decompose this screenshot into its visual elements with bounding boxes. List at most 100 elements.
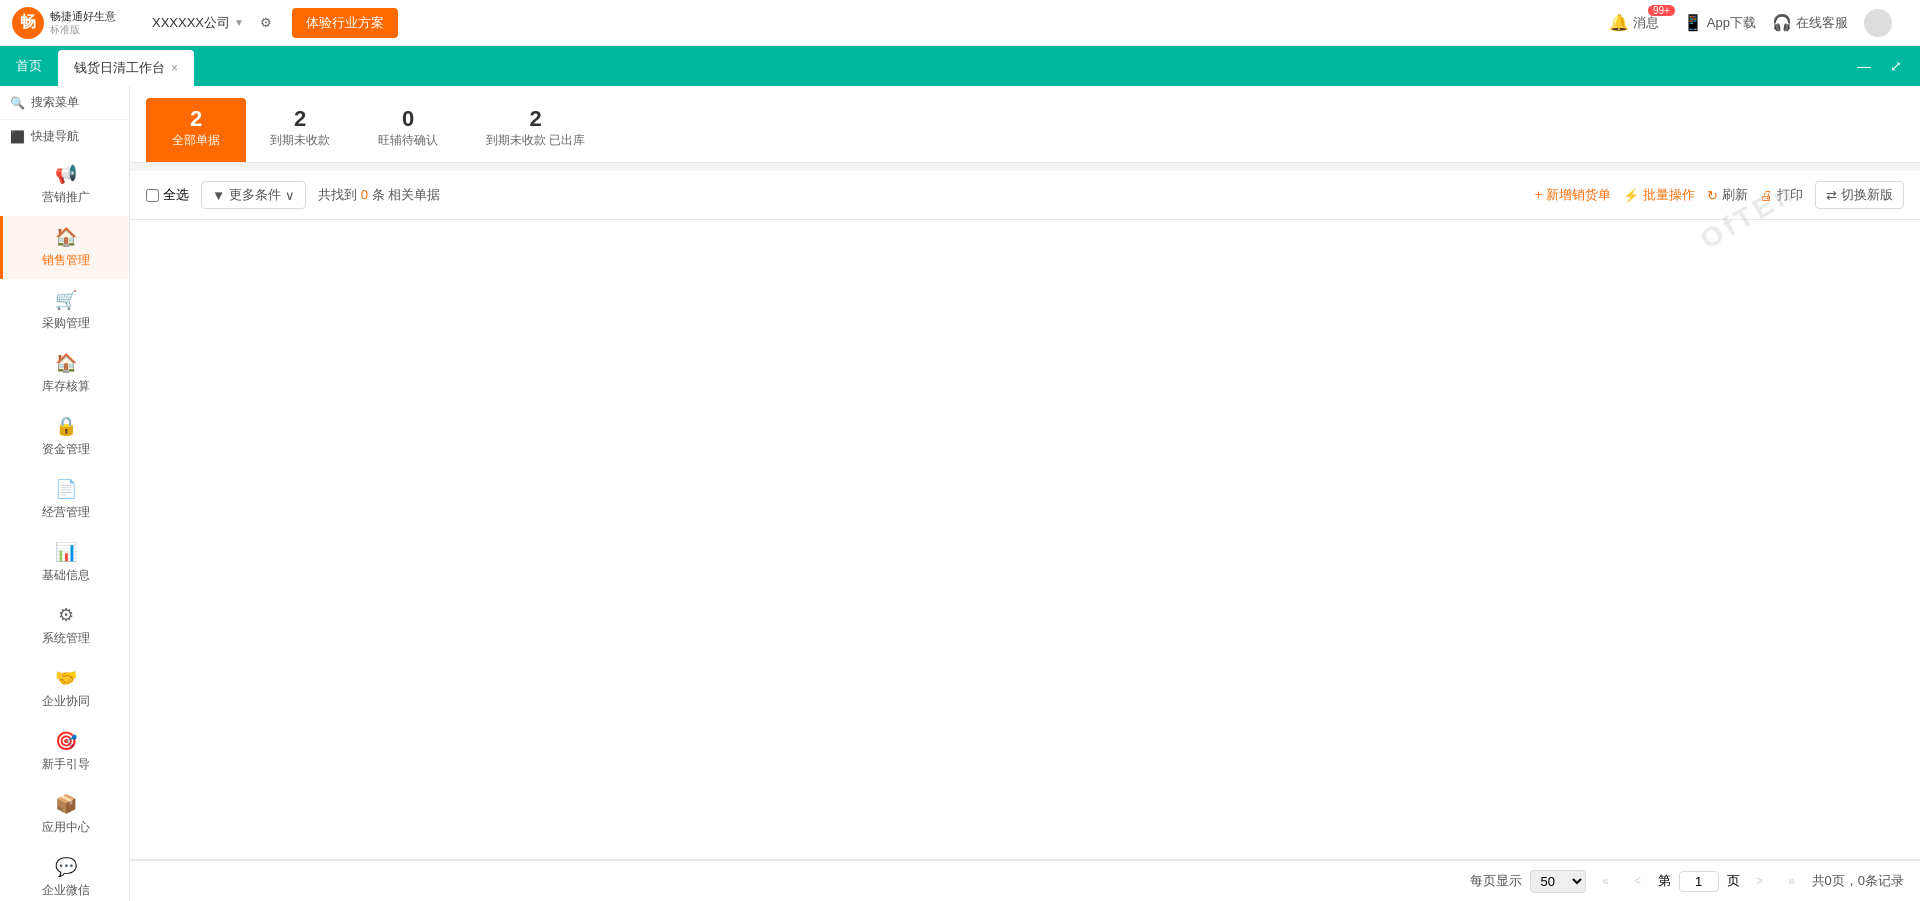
sidebar-item-guide[interactable]: 🎯 新手引导 bbox=[0, 720, 129, 783]
sidebar-item-basic[interactable]: 📊 基础信息 bbox=[0, 531, 129, 594]
status-tab-overdue[interactable]: 2 到期未收款 bbox=[246, 98, 354, 162]
inventory-icon: 🏠 bbox=[55, 352, 77, 374]
purchase-icon: 🛒 bbox=[55, 289, 77, 311]
marketing-icon: 📢 bbox=[55, 163, 77, 185]
status-tab-overdue-label: 到期未收款 bbox=[270, 132, 330, 149]
search-icon: 🔍 bbox=[10, 96, 25, 110]
sidebar-item-purchase[interactable]: 🛒 采购管理 bbox=[0, 279, 129, 342]
company-dropdown-icon: ▼ bbox=[234, 17, 244, 28]
status-tab-pending-label: 旺辅待确认 bbox=[378, 132, 438, 149]
page-size-select[interactable]: 50 10 20 100 bbox=[1530, 870, 1586, 893]
sidebar-quicknav-item[interactable]: ⬛ 快捷导航 bbox=[0, 120, 129, 153]
refresh-button[interactable]: ↻ 刷新 bbox=[1707, 186, 1748, 204]
toolbar: 全选 ▼ 更多条件 ∨ 共找到 0 条 相关单据 + 新增销货单 ⚡ bbox=[130, 171, 1920, 220]
print-icon: 🖨 bbox=[1760, 188, 1773, 203]
tab-home[interactable]: 首页 bbox=[0, 46, 58, 86]
filter-icon: ▼ bbox=[212, 188, 225, 203]
select-all-input[interactable] bbox=[146, 189, 159, 202]
table-area bbox=[130, 220, 1920, 860]
switch-version-button[interactable]: ⇄ 切换新版 bbox=[1815, 181, 1904, 209]
tab-close-icon[interactable]: × bbox=[171, 61, 178, 75]
page-size-label: 每页显示 bbox=[1470, 872, 1522, 890]
select-all-checkbox[interactable]: 全选 bbox=[146, 186, 189, 204]
tab-maximize-button[interactable]: ⤢ bbox=[1884, 54, 1908, 78]
status-tab-overdue-out-count: 2 bbox=[530, 106, 542, 132]
batch-icon: ⚡ bbox=[1623, 188, 1639, 203]
print-button[interactable]: 🖨 打印 bbox=[1760, 186, 1803, 204]
logo-area: 畅 畅捷通好生意 标准版 bbox=[12, 7, 142, 39]
status-tab-pending-count: 0 bbox=[402, 106, 414, 132]
batch-operation-button[interactable]: ⚡ 批量操作 bbox=[1623, 186, 1695, 204]
pagination: 每页显示 50 10 20 100 « < 第 页 > » 共0页，0条记录 bbox=[130, 860, 1920, 901]
tab-label: 钱货日清工作台 bbox=[74, 59, 165, 77]
service-icon: 🎧 bbox=[1772, 13, 1792, 32]
settings-button[interactable]: ⚙ bbox=[252, 9, 280, 37]
status-tab-overdue-out[interactable]: 2 到期未收款 已出库 bbox=[462, 98, 609, 162]
sidebar-item-marketing[interactable]: 📢 营销推广 bbox=[0, 153, 129, 216]
wechat-icon: 💬 bbox=[55, 856, 77, 878]
logo-icon: 畅 bbox=[12, 7, 44, 39]
switch-icon: ⇄ bbox=[1826, 188, 1837, 203]
sidebar-item-wechat[interactable]: 💬 企业微信 bbox=[0, 846, 129, 901]
filter-button[interactable]: ▼ 更多条件 ∨ bbox=[201, 181, 306, 209]
sidebar-item-sales[interactable]: 🏠 销售管理 bbox=[0, 216, 129, 279]
trial-button[interactable]: 体验行业方案 bbox=[292, 8, 398, 38]
tab-active[interactable]: 钱货日清工作台 × bbox=[58, 50, 194, 86]
status-tab-all-label: 全部单据 bbox=[172, 132, 220, 149]
page-suffix: 页 bbox=[1727, 872, 1740, 890]
tab-bar: 首页 钱货日清工作台 × — ⤢ bbox=[0, 46, 1920, 86]
basic-icon: 📊 bbox=[55, 541, 77, 563]
tab-minimize-button[interactable]: — bbox=[1852, 54, 1876, 78]
status-tab-all-count: 2 bbox=[190, 106, 202, 132]
funds-icon: 🔒 bbox=[55, 415, 77, 437]
sidebar-item-enterprise[interactable]: 🤝 企业协同 bbox=[0, 657, 129, 720]
status-tab-pending[interactable]: 0 旺辅待确认 bbox=[354, 98, 462, 162]
company-selector[interactable]: XXXXXX公司 ▼ bbox=[152, 14, 244, 32]
found-count: 0 bbox=[361, 187, 368, 202]
sidebar: 🔍 搜索菜单 ⬛ 快捷导航 📢 营销推广 🏠 销售管理 🛒 采购管理 🏠 库存核… bbox=[0, 86, 130, 901]
status-tabs: 2 全部单据 2 到期未收款 0 旺辅待确认 2 到期未收款 已出库 bbox=[130, 86, 1920, 163]
status-tab-all[interactable]: 2 全部单据 bbox=[146, 98, 246, 162]
header-right: 🔔 消息 99+ 📱 App下载 🎧 在线客服 bbox=[1601, 9, 1908, 37]
app-icon: 📱 bbox=[1683, 13, 1703, 32]
last-page-button[interactable]: » bbox=[1780, 869, 1804, 893]
sidebar-search-item[interactable]: 🔍 搜索菜单 bbox=[0, 86, 129, 120]
sidebar-item-funds[interactable]: 🔒 资金管理 bbox=[0, 405, 129, 468]
tab-controls: — ⤢ bbox=[1852, 46, 1920, 86]
app-download-button[interactable]: 📱 App下载 bbox=[1683, 13, 1756, 32]
toolbar-right: + 新增销货单 ⚡ 批量操作 ↻ 刷新 🖨 打印 ⇄ 切换新版 bbox=[1535, 181, 1904, 209]
company-name: XXXXXX公司 bbox=[152, 14, 230, 32]
refresh-icon: ↻ bbox=[1707, 188, 1718, 203]
system-icon: ⚙ bbox=[58, 604, 74, 626]
header: 畅 畅捷通好生意 标准版 XXXXXX公司 ▼ ⚙ 体验行业方案 🔔 消息 99… bbox=[0, 0, 1920, 46]
sidebar-item-operations[interactable]: 📄 经营管理 bbox=[0, 468, 129, 531]
filter-dropdown-icon: ∨ bbox=[285, 188, 295, 203]
appcenter-icon: 📦 bbox=[55, 793, 77, 815]
guide-icon: 🎯 bbox=[55, 730, 77, 752]
user-avatar[interactable] bbox=[1864, 9, 1892, 37]
toolbar-left: 全选 ▼ 更多条件 ∨ 共找到 0 条 相关单据 bbox=[146, 181, 440, 209]
sidebar-item-inventory[interactable]: 🏠 库存核算 bbox=[0, 342, 129, 405]
logo-text: 畅捷通好生意 标准版 bbox=[50, 9, 116, 36]
status-tab-overdue-count: 2 bbox=[294, 106, 306, 132]
page-prefix: 第 bbox=[1658, 872, 1671, 890]
next-page-button[interactable]: > bbox=[1748, 869, 1772, 893]
first-page-button[interactable]: « bbox=[1594, 869, 1618, 893]
page-total: 共0页，0条记录 bbox=[1812, 872, 1904, 890]
sales-icon: 🏠 bbox=[55, 226, 77, 248]
sidebar-item-appcenter[interactable]: 📦 应用中心 bbox=[0, 783, 129, 846]
prev-page-button[interactable]: < bbox=[1626, 869, 1650, 893]
status-tab-overdue-out-label: 到期未收款 已出库 bbox=[486, 132, 585, 149]
sidebar-item-system[interactable]: ⚙ 系统管理 bbox=[0, 594, 129, 657]
found-text: 共找到 0 条 相关单据 bbox=[318, 186, 440, 204]
nav-icon: ⬛ bbox=[10, 130, 25, 144]
select-all-label: 全选 bbox=[163, 186, 189, 204]
main-layout: 🔍 搜索菜单 ⬛ 快捷导航 📢 营销推广 🏠 销售管理 🛒 采购管理 🏠 库存核… bbox=[0, 86, 1920, 901]
enterprise-icon: 🤝 bbox=[55, 667, 77, 689]
add-sale-order-button[interactable]: + 新增销货单 bbox=[1535, 186, 1611, 204]
notification-badge: 99+ bbox=[1648, 5, 1675, 16]
online-service-button[interactable]: 🎧 在线客服 bbox=[1772, 13, 1848, 32]
main-content: 2 全部单据 2 到期未收款 0 旺辅待确认 2 到期未收款 已出库 全选 bbox=[130, 86, 1920, 901]
page-input[interactable] bbox=[1679, 871, 1719, 892]
notification-button[interactable]: 🔔 消息 99+ bbox=[1601, 13, 1667, 32]
